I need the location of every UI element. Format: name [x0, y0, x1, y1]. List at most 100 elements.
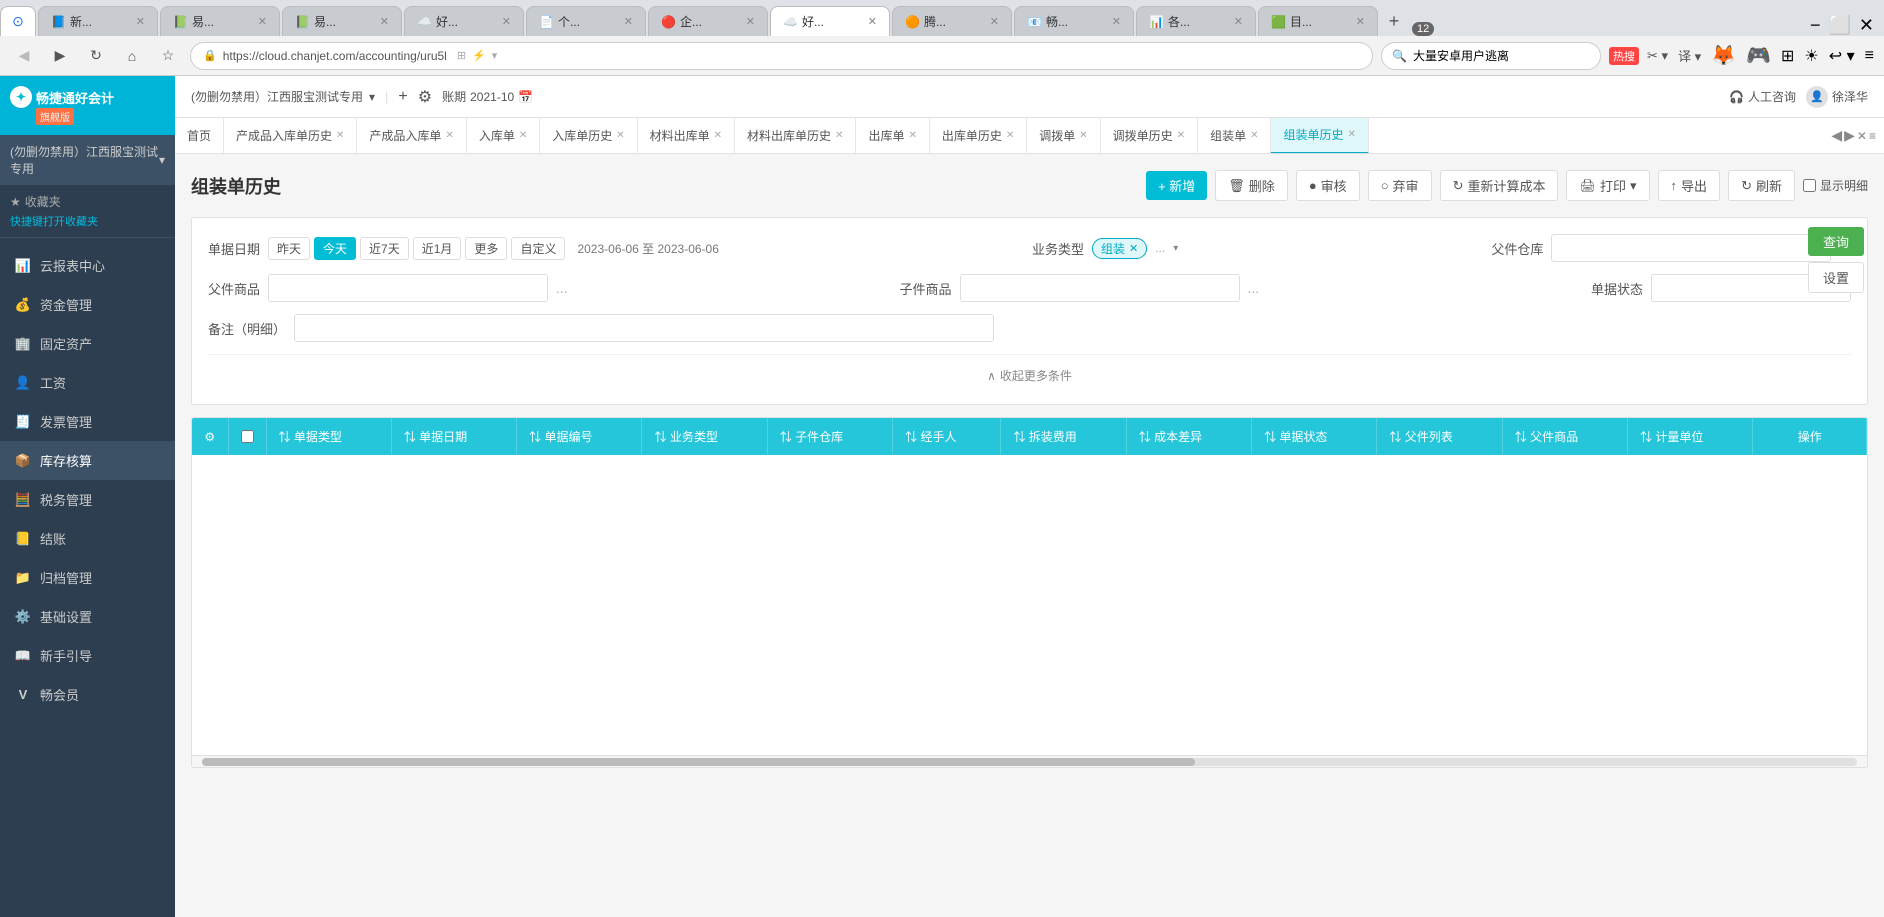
sidebar-item-settlement[interactable]: 📒 结账 [0, 519, 175, 558]
tab-easy-2[interactable]: 📗 易... ✕ [282, 6, 402, 36]
tab-prev-button[interactable]: ◀ [1831, 127, 1842, 144]
minimize-button[interactable]: − [1810, 15, 1821, 36]
col-order-status[interactable]: ⇅ 单据状态 [1252, 418, 1377, 455]
filter-settings-button[interactable]: 设置 [1808, 262, 1864, 293]
recalculate-button[interactable]: ↻ 重新计算成本 [1440, 170, 1559, 201]
tab-target[interactable]: 🟩 目... ✕ [1258, 6, 1378, 36]
translate-btn[interactable]: 译 ▾ [1678, 46, 1701, 65]
forward-button[interactable]: ▶ [46, 42, 74, 70]
tab-menu-button[interactable]: ≡ [1869, 129, 1876, 143]
brightness-btn[interactable]: ☀ [1804, 46, 1818, 66]
nav-tab-transfer-history[interactable]: 调拨单历史 ✕ [1101, 118, 1198, 154]
nav-tab-product-inbound-history[interactable]: 产成品入库单历史 ✕ [224, 118, 357, 154]
col-order-date[interactable]: ⇅ 单据日期 [391, 418, 516, 455]
nav-tab-home[interactable]: 首页 [175, 118, 224, 154]
sidebar-item-salary[interactable]: 👤 工资 [0, 363, 175, 402]
nav-tab-transfer[interactable]: 调拨单 ✕ [1027, 118, 1100, 154]
grid-btn[interactable]: ⊞ [1781, 46, 1794, 66]
export-button[interactable]: ↑ 导出 [1658, 170, 1721, 201]
close-outbound-history[interactable]: ✕ [1006, 130, 1014, 141]
tab-cloud-1[interactable]: ☁️ 好... ✕ [404, 6, 524, 36]
maximize-button[interactable]: ⬜ [1828, 15, 1850, 36]
col-order-type[interactable]: ⇅ 单据类型 [266, 418, 391, 455]
date-today[interactable]: 今天 [314, 237, 356, 260]
col-disassembly-fee[interactable]: ⇅ 拆装费用 [1001, 418, 1126, 455]
close-transfer-history[interactable]: ✕ [1177, 130, 1185, 141]
nav-tab-assembly[interactable]: 组装单 ✕ [1198, 118, 1271, 154]
tab-next-button[interactable]: ▶ [1844, 127, 1855, 144]
search-bar[interactable]: 🔍 大量安卓用户逃离 [1381, 42, 1601, 70]
business-type-chip-close[interactable]: ✕ [1129, 242, 1138, 255]
tab-various[interactable]: 📊 各... ✕ [1136, 6, 1256, 36]
abandon-button[interactable]: ○ 弃审 [1368, 170, 1432, 201]
close-inbound[interactable]: ✕ [519, 130, 527, 141]
add-button[interactable]: + 新增 [1146, 171, 1207, 200]
col-parent-goods[interactable]: ⇅ 父件商品 [1502, 418, 1627, 455]
col-business-type[interactable]: ⇅ 业务类型 [642, 418, 767, 455]
collapse-button[interactable]: ∧ 收起更多条件 [208, 363, 1851, 388]
back-button[interactable]: ◀ [10, 42, 38, 70]
nav-tab-outbound[interactable]: 出库单 ✕ [856, 118, 929, 154]
tab-changjie[interactable]: 📧 畅... ✕ [1014, 6, 1134, 36]
horizontal-scrollbar[interactable] [192, 755, 1867, 767]
bookmark-button[interactable]: ☆ [154, 42, 182, 70]
child-goods-input[interactable] [960, 274, 1240, 302]
show-detail-input[interactable] [1803, 179, 1816, 192]
add-company-button[interactable]: + [398, 88, 407, 106]
close-assembly-history[interactable]: ✕ [1348, 129, 1356, 140]
parent-goods-input[interactable] [268, 274, 548, 302]
nav-tab-product-inbound[interactable]: 产成品入库单 ✕ [357, 118, 466, 154]
col-parent-list[interactable]: ⇅ 父件列表 [1377, 418, 1502, 455]
refresh-button[interactable]: ↻ 刷新 [1728, 170, 1795, 201]
customer-service[interactable]: 🎧 人工咨询 [1729, 88, 1796, 105]
tab-personal[interactable]: 📄 个... ✕ [526, 6, 646, 36]
col-handler[interactable]: ⇅ 经手人 [893, 418, 1001, 455]
user-info[interactable]: 👤 徐泽华 [1806, 86, 1868, 108]
query-button[interactable]: 查询 [1808, 227, 1864, 256]
nav-tab-assembly-history[interactable]: 组装单历史 ✕ [1271, 118, 1368, 154]
account-period[interactable]: 账期 2021-10 📅 [442, 88, 533, 105]
select-all-checkbox[interactable] [241, 430, 254, 443]
col-cost-diff[interactable]: ⇅ 成本差异 [1126, 418, 1251, 455]
date-more[interactable]: 更多 [465, 237, 507, 260]
nav-tab-material-outbound[interactable]: 材料出库单 ✕ [638, 118, 735, 154]
close-material-outbound-history[interactable]: ✕ [835, 130, 843, 141]
tab-easy-1[interactable]: 📗 易... ✕ [160, 6, 280, 36]
nav-tab-inbound[interactable]: 入库单 ✕ [467, 118, 540, 154]
sidebar-item-inventory[interactable]: 📦 库存核算 [0, 441, 175, 480]
undo-btn[interactable]: ↩ ▾ [1829, 46, 1855, 66]
tab-tencent[interactable]: 🟠 腾... ✕ [892, 6, 1012, 36]
close-outbound[interactable]: ✕ [908, 130, 916, 141]
date-custom[interactable]: 自定义 [511, 237, 565, 260]
date-1month[interactable]: 近1月 [413, 237, 462, 260]
emoji-btn[interactable]: 🦊 [1711, 43, 1736, 68]
tab-cloud-active[interactable]: ☁️ 好... ✕ [770, 6, 890, 36]
game-btn[interactable]: 🎮 [1746, 43, 1771, 68]
col-child-warehouse[interactable]: ⇅ 子件仓库 [767, 418, 892, 455]
sidebar-company[interactable]: (勿删勿禁用）江西服宝测试专用 ▾ [0, 135, 175, 185]
refresh-browser-button[interactable]: ↻ [82, 42, 110, 70]
close-assembly[interactable]: ✕ [1250, 130, 1258, 141]
sidebar-item-archive[interactable]: 📁 归档管理 [0, 558, 175, 597]
close-product-inbound-history[interactable]: ✕ [336, 130, 344, 141]
sidebar-item-report[interactable]: 📊 云报表中心 [0, 246, 175, 285]
col-checkbox[interactable] [228, 418, 266, 455]
sidebar-item-membership[interactable]: V 畅会员 [0, 675, 175, 714]
delete-button[interactable]: 🗑 删除 [1215, 170, 1288, 201]
child-goods-more[interactable]: ... [1248, 280, 1260, 296]
tab-new-1[interactable]: 📘 新... ✕ [38, 6, 158, 36]
sidebar-item-invoice[interactable]: 🧾 发票管理 [0, 402, 175, 441]
close-material-outbound[interactable]: ✕ [714, 130, 722, 141]
review-button[interactable]: ● 审核 [1296, 170, 1360, 201]
date-7days[interactable]: 近7天 [360, 237, 409, 260]
col-unit[interactable]: ⇅ 计量单位 [1628, 418, 1753, 455]
quick-open-bookmark[interactable]: 快捷键打开收藏夹 [10, 213, 165, 229]
col-order-no[interactable]: ⇅ 单据编号 [517, 418, 642, 455]
address-bar[interactable]: 🔒 https://cloud.chanjet.com/accounting/u… [190, 42, 1373, 70]
parent-goods-more[interactable]: ... [556, 280, 568, 296]
header-settings-button[interactable]: ⚙ [418, 87, 432, 107]
nav-tab-outbound-history[interactable]: 出库单历史 ✕ [930, 118, 1027, 154]
parent-warehouse-input[interactable] [1551, 234, 1831, 262]
print-button[interactable]: 🖨 打印 ▾ [1566, 170, 1649, 201]
sidebar-item-funds[interactable]: 💰 资金管理 [0, 285, 175, 324]
